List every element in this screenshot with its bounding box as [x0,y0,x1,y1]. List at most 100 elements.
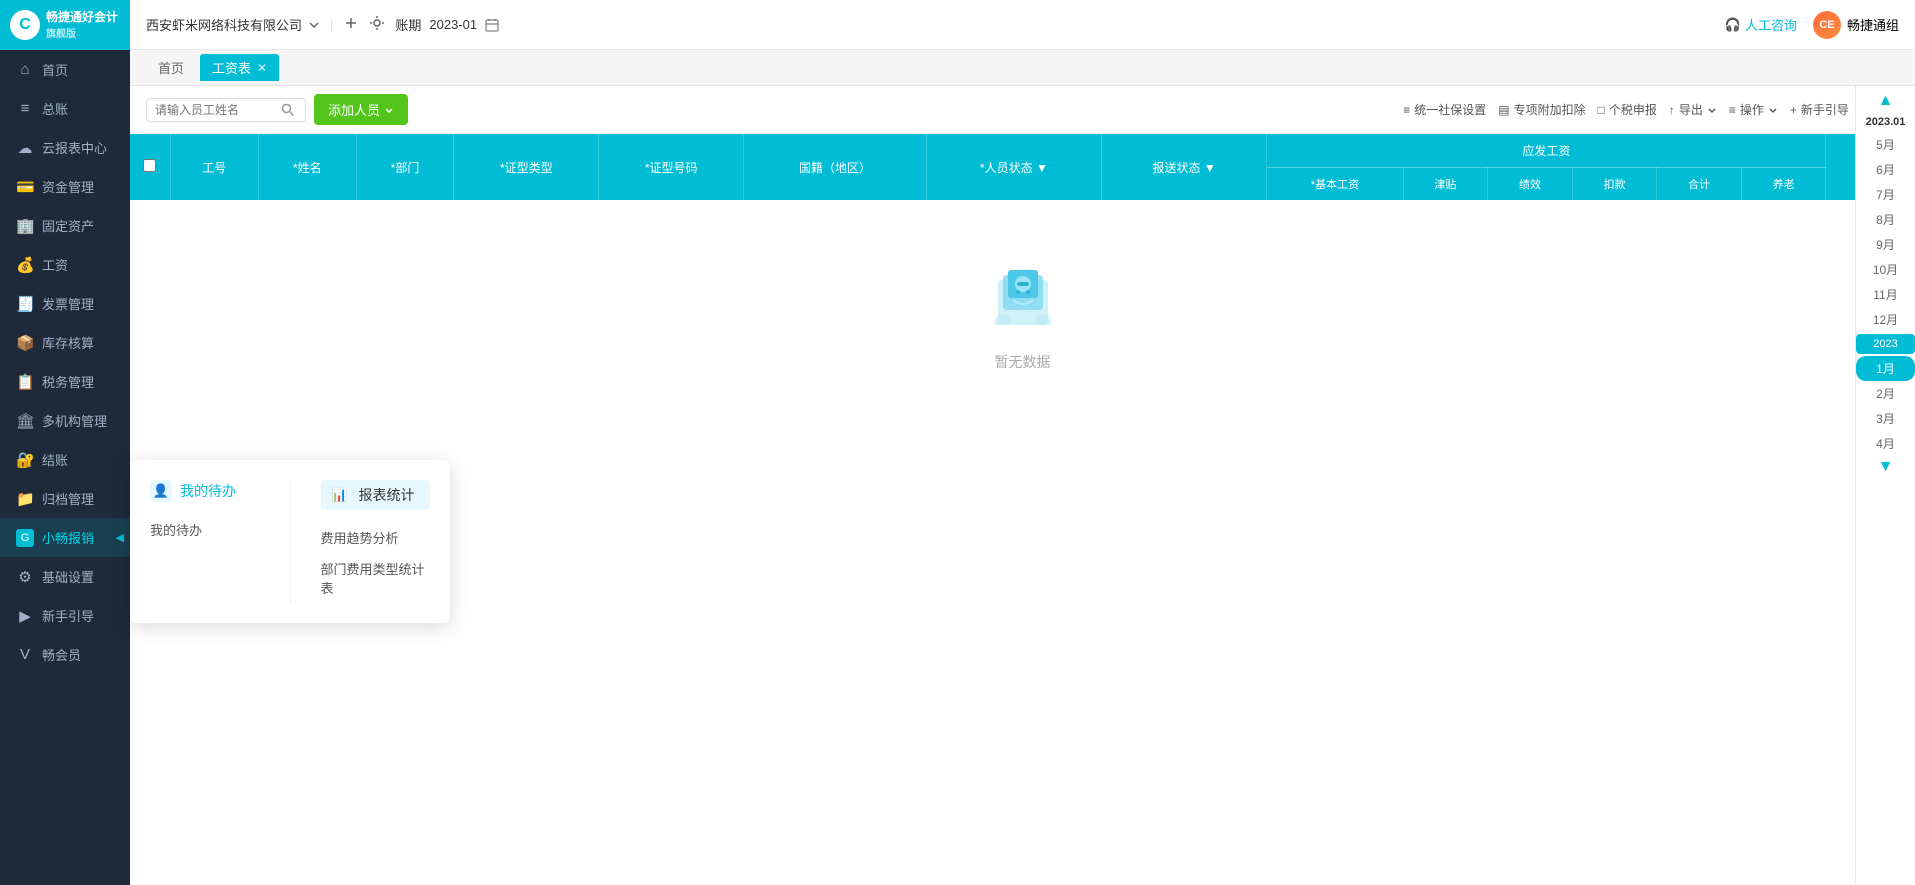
user-menu[interactable]: CE 畅捷通组 [1813,11,1899,39]
cloud-icon: ☁ [16,139,34,157]
timeline-month-5[interactable]: 5月 [1856,132,1915,157]
sidebar-item-member[interactable]: V 畅会员 [0,635,130,674]
sidebar-item-new-guide[interactable]: ▶ 新手引导 [0,596,130,635]
invoice-icon: 🧾 [16,295,34,313]
status-header: *人员状态 ▼ [926,134,1101,200]
period-selector[interactable]: 账期 2023-01 [395,15,499,34]
todo-icon: 👤 [150,480,172,502]
company-selector[interactable]: 西安虾米网络科技有限公司 [146,15,320,34]
timeline-month-1[interactable]: 1月 [1856,356,1915,381]
basic-salary-header: *基本工资 [1267,168,1403,201]
toolbar: 添加人员 ≡ 统一社保设置 ▤ 专项附加扣除 □ 个税申报 ↑ 导 [130,86,1915,134]
timeline-up-nav[interactable]: ▲ [1876,90,1896,112]
sidebar-item-closing[interactable]: 🔐 结账 [0,440,130,479]
timeline-month-2[interactable]: 2月 [1856,381,1915,406]
subsidy-header: 津贴 [1403,168,1488,201]
sidebar-item-basic-settings[interactable]: ⚙ 基础设置 [0,557,130,596]
tab-home[interactable]: 首页 [146,54,196,81]
timeline-month-9[interactable]: 9月 [1856,232,1915,257]
sidebar-item-salary[interactable]: 💰 工资 [0,245,130,284]
special-deduction-button[interactable]: ▤ 专项附加扣除 [1498,101,1585,118]
timeline-month-3[interactable]: 3月 [1856,406,1915,431]
timeline-month-12[interactable]: 12月 [1856,307,1915,332]
search-box[interactable] [146,98,306,122]
nationality-header: 国籍（地区） [744,134,927,200]
status-filter-icon[interactable]: ▼ [1036,161,1048,175]
select-all-checkbox[interactable] [143,159,156,172]
member-icon: V [16,646,34,663]
sidebar-item-inventory[interactable]: 📦 库存核算 [0,323,130,362]
sidebar-item-archive[interactable]: 📁 归档管理 [0,479,130,518]
building-icon: 🏢 [16,217,34,235]
deduction-header: 扣款 [1572,168,1657,201]
timeline-month-8[interactable]: 8月 [1856,207,1915,232]
add-person-button[interactable]: 添加人员 [314,94,408,125]
operation-button[interactable]: ≡ 操作 [1729,101,1778,118]
calendar-icon [485,18,499,32]
sidebar-logo: C 畅捷通好会计 旗舰版 [0,0,130,50]
popup-dept-expense[interactable]: 部门费用类型统计表 [321,553,431,603]
add-company-button[interactable] [343,15,359,34]
timeline-month-7[interactable]: 7月 [1856,182,1915,207]
popup-my-todo[interactable]: 我的待办 [150,514,260,545]
search-icon [281,103,295,117]
sidebar-item-xiao-chang[interactable]: G 小畅报销 ◀ [0,518,130,557]
export-button[interactable]: ↑ 导出 [1669,101,1717,118]
timeline-month-6[interactable]: 6月 [1856,157,1915,182]
sidebar-item-tax[interactable]: 📋 税务管理 [0,362,130,401]
sidebar-item-multi-org[interactable]: 🏛 多机构管理 [0,401,130,440]
social-insurance-button[interactable]: ≡ 统一社保设置 [1403,101,1486,118]
sidebar-item-cloud-report[interactable]: ☁ 云报表中心 [0,128,130,167]
sidebar-item-fixed-assets[interactable]: 🏢 固定资产 [0,206,130,245]
id-number-header: *证型号码 [599,134,744,200]
play-icon: ▶ [16,607,34,625]
timeline-month-10[interactable]: 10月 [1856,257,1915,282]
salary-icon: 💰 [16,256,34,274]
popup-todo-header[interactable]: 👤 我的待办 [150,480,260,502]
sidebar-item-fund[interactable]: 💳 资金管理 [0,167,130,206]
logo-text: 畅捷通好会计 旗舰版 [46,10,118,39]
select-all-header[interactable] [130,134,170,200]
timeline-date-header: 2023.01 [1862,112,1910,132]
home-icon: ⌂ [16,61,34,78]
company-settings-button[interactable] [369,15,385,34]
user-name: 畅捷通组 [1847,15,1899,34]
new-guide-button[interactable]: + 新手引导 [1790,101,1849,118]
support-button[interactable]: 🎧 人工咨询 [1725,15,1797,34]
period-value: 2023-01 [429,17,477,32]
main-content: 西安虾米网络科技有限公司 | 账期 2023-01 🎧 人工咨询 CE 畅捷通组 [130,0,1915,885]
tax-report-button[interactable]: □ 个税申报 [1598,101,1657,118]
operation-chevron-icon [1768,105,1778,115]
id-type-header: *证型类型 [454,134,599,200]
plus-icon [343,15,359,31]
popup-columns: 👤 我的待办 我的待办 📊 报表统计 费用趋势分析 部门费用类型统计表 [150,480,430,603]
report-filter-icon[interactable]: ▼ [1204,161,1216,175]
tab-close-icon[interactable]: ✕ [257,61,267,75]
dept-header: *部门 [356,134,454,200]
inventory-icon: 📦 [16,334,34,352]
popup-report-header[interactable]: 📊 报表统计 [321,480,431,510]
empty-illustration [983,260,1063,340]
timeline-month-11[interactable]: 11月 [1856,282,1915,307]
popup-expense-trend[interactable]: 费用趋势分析 [321,522,431,553]
sidebar-item-ledger[interactable]: ≡ 总账 [0,89,130,128]
topbar-right: 🎧 人工咨询 CE 畅捷通组 [1725,11,1899,39]
name-header: *姓名 [259,134,357,200]
search-input[interactable] [155,103,275,117]
topbar-divider: | [330,17,333,32]
social-icon: ≡ [1403,103,1410,117]
ledger-icon: ≡ [16,100,34,117]
tax-icon: 📋 [16,373,34,391]
sidebar-item-invoice[interactable]: 🧾 发票管理 [0,284,130,323]
todo-title: 我的待办 [180,481,236,501]
timeline-month-4[interactable]: 4月 [1856,431,1915,456]
sidebar-item-home[interactable]: ⌂ 首页 [0,50,130,89]
timeline-down-nav[interactable]: ▼ [1876,456,1896,478]
avatar: CE [1813,11,1841,39]
tab-salary-table[interactable]: 工资表 ✕ [200,54,279,81]
company-name: 西安虾米网络科技有限公司 [146,15,302,34]
operation-icon: ≡ [1729,103,1736,117]
timeline-year-2023: 2023 [1856,334,1915,354]
xiao-chang-popup: 👤 我的待办 我的待办 📊 报表统计 费用趋势分析 部门费用类型统计表 [130,460,450,623]
popup-col-todo: 👤 我的待办 我的待办 [150,480,260,603]
